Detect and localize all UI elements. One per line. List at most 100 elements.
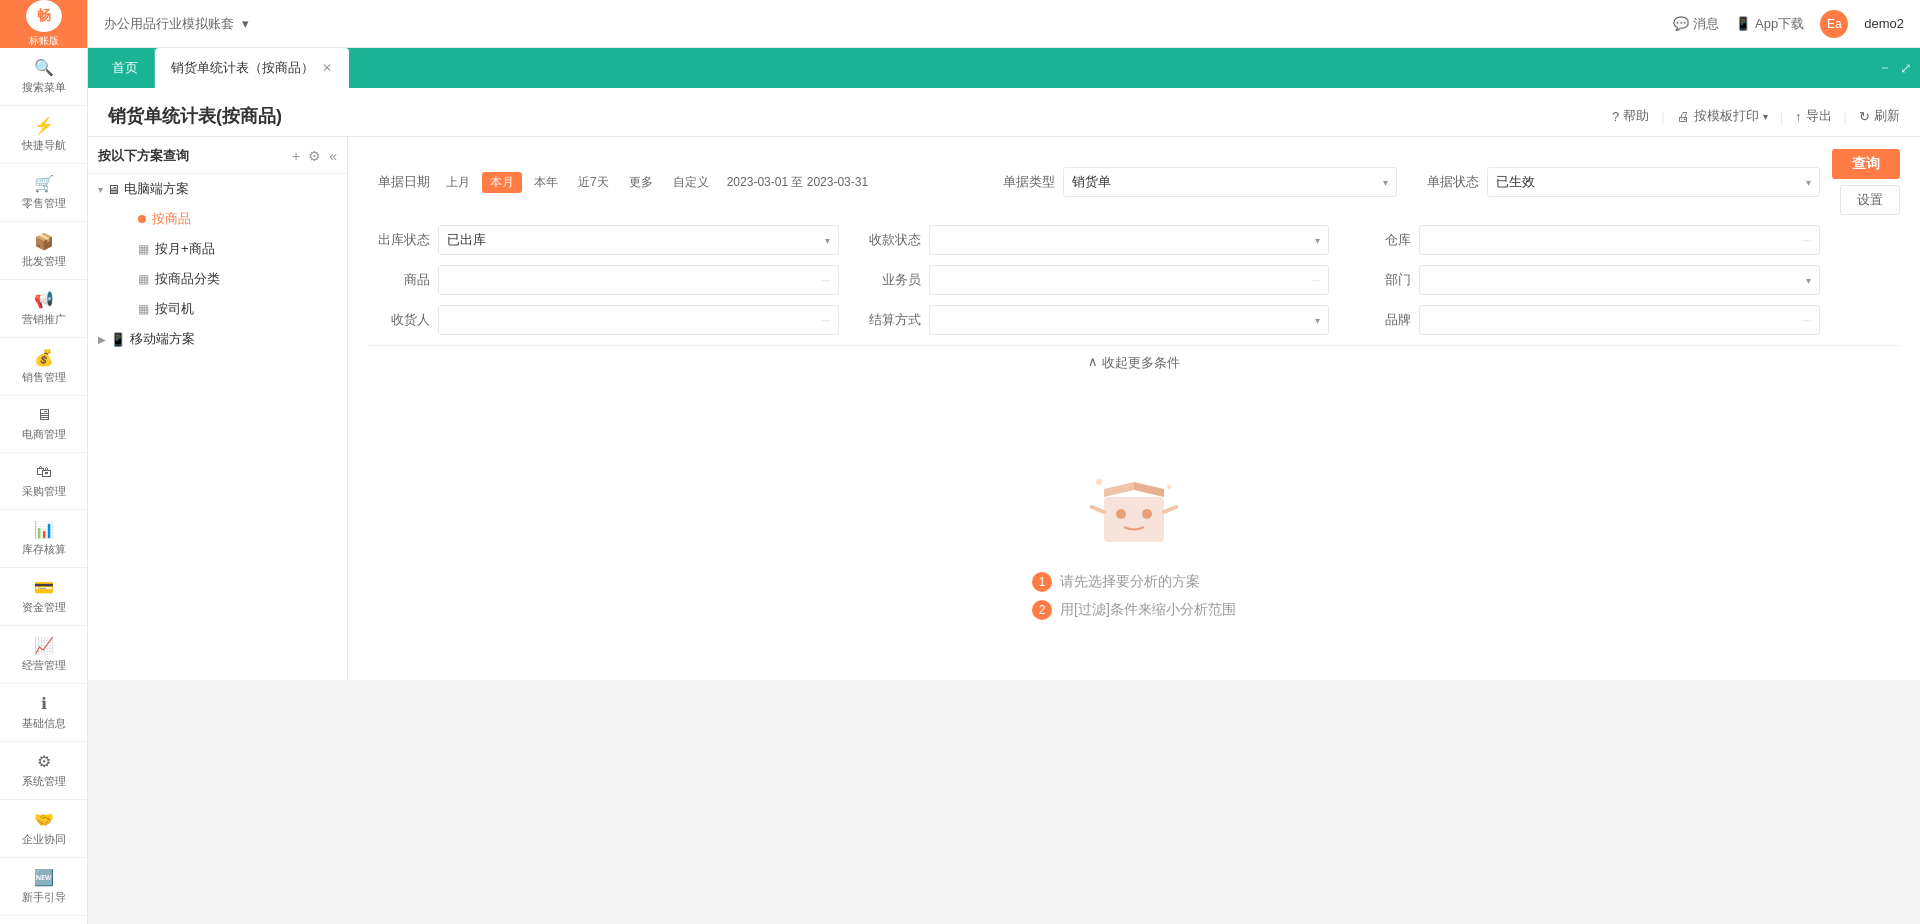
product-control[interactable]: ··· (438, 265, 839, 295)
avatar[interactable]: Ea (1820, 10, 1848, 38)
add-scheme-icon[interactable]: + (292, 148, 300, 164)
sidebar-item-ecommerce[interactable]: 🖥 电商管理 (0, 396, 87, 453)
export-btn[interactable]: ↑ 导出 (1795, 107, 1832, 125)
sidebar-label-finance: 资金管理 (22, 600, 66, 615)
topbar-left: 办公用品行业模拟账套 ▾ (104, 15, 249, 33)
filter-item-department: 部门 ▾ (1349, 265, 1820, 295)
refresh-btn[interactable]: ↻ 刷新 (1859, 107, 1900, 125)
sidebar-item-marketing[interactable]: 📢 营销推广 (0, 280, 87, 338)
date-tab-more[interactable]: 更多 (621, 172, 661, 193)
sidebar-item-operation[interactable]: 📈 经营管理 (0, 626, 87, 684)
sidebar-label-basic: 基础信息 (22, 716, 66, 731)
settings-scheme-icon[interactable]: ⚙ (308, 148, 321, 164)
tree-item-by-product[interactable]: 按商品 (118, 204, 347, 234)
filter-item-salesperson: 业务员 ··· (859, 265, 1330, 295)
logo[interactable]: 畅 标账版 (0, 0, 87, 48)
sidebar-item-wholesale[interactable]: 📦 批发管理 (0, 222, 87, 280)
doctype-label: 单据类型 (993, 173, 1063, 191)
topbar: 办公用品行业模拟账套 ▾ 💬 消息 📱 App下载 Ea demo2 (88, 0, 1920, 48)
left-panel-title: 按以下方案查询 (98, 147, 189, 165)
warehouse-control[interactable]: ··· (1419, 225, 1820, 255)
grid-icon-2: ▦ (138, 272, 149, 286)
tree-item-by-category[interactable]: ▦ 按商品分类 (118, 264, 347, 294)
receiptstatus-control[interactable]: ▾ (929, 225, 1330, 255)
tree-item-by-month-product[interactable]: ▦ 按月+商品 (118, 234, 347, 264)
filter-item-consignee: 收货人 ··· (368, 305, 839, 335)
tabbar: 首页 销货单统计表（按商品） ✕ － ⤢ (88, 48, 1920, 88)
tab-home-label: 首页 (112, 59, 138, 77)
svg-point-1 (1116, 509, 1126, 519)
tab-maximize-icon[interactable]: ⤢ (1900, 60, 1912, 76)
date-tab-this-month[interactable]: 本月 (482, 172, 522, 193)
sidebar-item-system[interactable]: ⚙ 系统管理 (0, 742, 87, 800)
department-control[interactable]: ▾ (1419, 265, 1820, 295)
logo-text: 标账版 (29, 34, 59, 48)
collapse-row[interactable]: ∧ 收起更多条件 (368, 345, 1900, 380)
sidebar-label-retail: 零售管理 (22, 196, 66, 211)
sidebar-item-finance[interactable]: 💳 资金管理 (0, 568, 87, 626)
tree-label-by-category: 按商品分类 (155, 270, 220, 288)
sidebar-item-basic[interactable]: ℹ 基础信息 (0, 684, 87, 742)
date-tab-this-year[interactable]: 本年 (526, 172, 566, 193)
export-label: 导出 (1806, 107, 1832, 125)
print-label: 按模板打印 (1694, 107, 1759, 125)
filter-item-outstatus: 出库状态 已出库 ▾ (368, 225, 839, 255)
sidebar-item-guide[interactable]: 🆕 新手引导 (0, 858, 87, 916)
sidebar-item-sales[interactable]: 💰 销售管理 (0, 338, 87, 396)
tree-section-mobile[interactable]: ▶ 📱 移动端方案 (88, 324, 347, 354)
section-label-mobile: 移动端方案 (130, 330, 195, 348)
wholesale-icon: 📦 (34, 232, 54, 251)
tree-item-by-cashier[interactable]: ▦ 按司机 (118, 294, 347, 324)
collapse-panel-icon[interactable]: « (329, 148, 337, 164)
consignee-dots: ··· (821, 315, 829, 326)
sidebar-item-search[interactable]: 🔍 搜索菜单 (0, 48, 87, 106)
app-download-btn[interactable]: 📱 App下载 (1735, 15, 1804, 33)
topbar-dropdown[interactable]: ▾ (242, 16, 249, 31)
tree-section-pc[interactable]: ▾ 🖥 电脑端方案 (88, 174, 347, 204)
sidebar-item-apps[interactable]: 🔧 应用中心 (0, 916, 87, 924)
sidebar-nav: 🔍 搜索菜单 ⚡ 快捷导航 🛒 零售管理 📦 批发管理 📢 营销推广 💰 销售管… (0, 48, 87, 924)
date-label: 单据日期 (368, 173, 438, 191)
message-btn[interactable]: 💬 消息 (1673, 15, 1719, 33)
sidebar-label-guide: 新手引导 (22, 890, 66, 905)
svg-point-5 (1096, 479, 1102, 485)
filter-section: 销货单统计表(按商品) ? 帮助 | 🖨 按模板打印 ▾ | ↑ (88, 88, 1920, 680)
salesperson-label: 业务员 (859, 271, 929, 289)
outstatus-control[interactable]: 已出库 ▾ (438, 225, 839, 255)
search-icon: 🔍 (34, 58, 54, 77)
avatar-text: Ea (1827, 17, 1842, 31)
sidebar-item-enterprise[interactable]: 🤝 企业协同 (0, 800, 87, 858)
brand-control[interactable]: ··· (1419, 305, 1820, 335)
date-tab-last-month[interactable]: 上月 (438, 172, 478, 193)
outstatus-label: 出库状态 (368, 231, 438, 249)
date-tab-last7days[interactable]: 近7天 (570, 172, 617, 193)
svg-point-2 (1142, 509, 1152, 519)
tab-report-label: 销货单统计表（按商品） (171, 59, 314, 77)
tip-num-1: 1 (1032, 572, 1052, 592)
help-btn[interactable]: ? 帮助 (1612, 107, 1649, 125)
salesperson-control[interactable]: ··· (929, 265, 1330, 295)
doctype-control[interactable]: 销货单 ▾ (1063, 167, 1396, 197)
settings-button[interactable]: 设置 (1840, 185, 1900, 215)
sidebar-item-retail[interactable]: 🛒 零售管理 (0, 164, 87, 222)
doctype-value: 销货单 (1072, 173, 1111, 191)
docstatus-label: 单据状态 (1417, 173, 1487, 191)
tab-close-icon[interactable]: ✕ (322, 61, 332, 75)
app-download-label: App下载 (1755, 15, 1804, 33)
consignee-control[interactable]: ··· (438, 305, 839, 335)
docstatus-control[interactable]: 已生效 ▾ (1487, 167, 1820, 197)
tab-home[interactable]: 首页 (96, 48, 155, 88)
collapse-arrow: ∧ (1088, 354, 1098, 372)
payment-control[interactable]: ▾ (929, 305, 1330, 335)
sidebar-item-purchase[interactable]: 🛍 采购管理 (0, 453, 87, 510)
tab-minimize-icon[interactable]: － (1878, 59, 1892, 77)
tab-report[interactable]: 销货单统计表（按商品） ✕ (155, 48, 349, 88)
query-button[interactable]: 查询 (1832, 149, 1900, 179)
date-tab-custom[interactable]: 自定义 (665, 172, 717, 193)
filter-row-1: 单据日期 上月 本月 本年 近7天 更多 自定义 (368, 149, 1900, 215)
print-btn[interactable]: 🖨 按模板打印 ▾ (1677, 107, 1768, 125)
sidebar-item-inventory[interactable]: 📊 库存核算 (0, 510, 87, 568)
system-icon: ⚙ (37, 752, 51, 771)
sidebar-item-nav[interactable]: ⚡ 快捷导航 (0, 106, 87, 164)
page-title: 销货单统计表(按商品) (108, 104, 282, 128)
